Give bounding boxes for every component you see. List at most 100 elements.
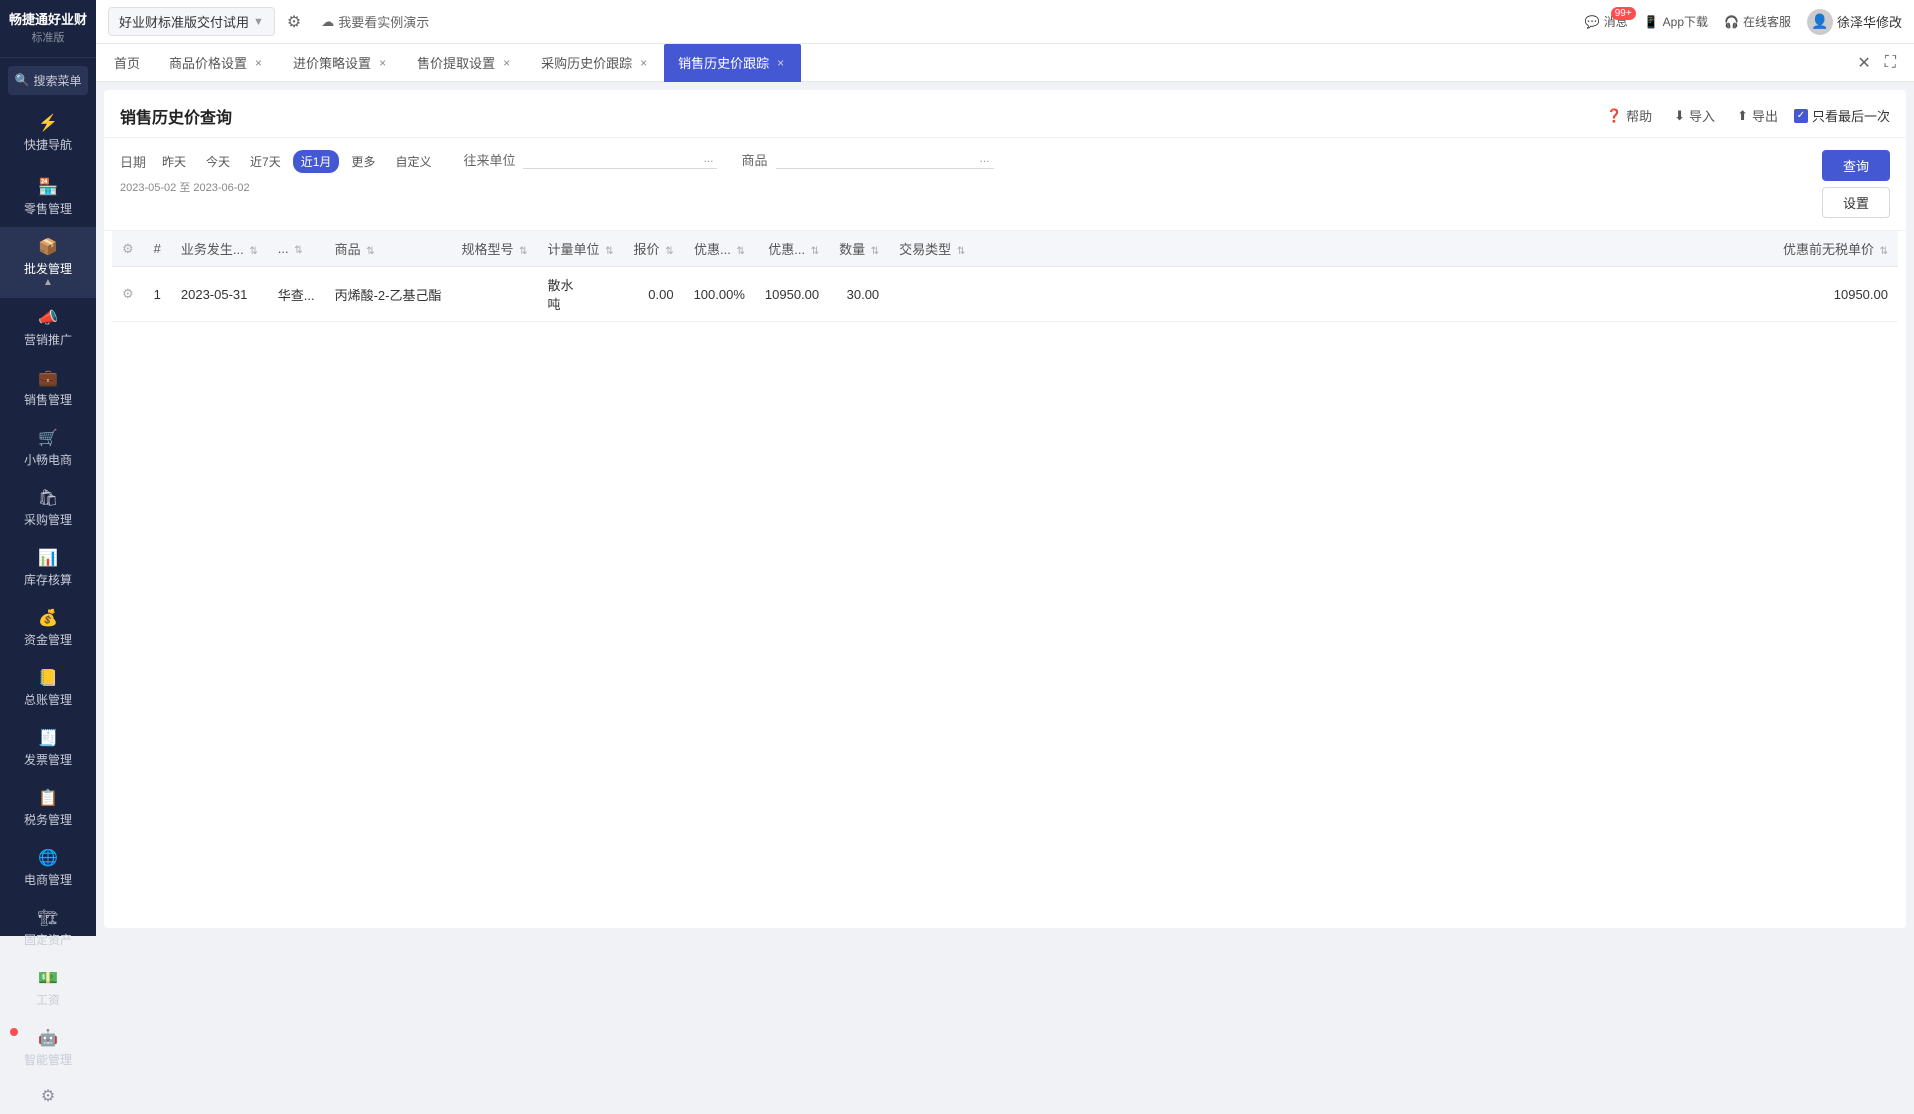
sidebar-item-finance[interactable]: 💰 资金管理 [0, 598, 96, 658]
sidebar-item-invoice[interactable]: 🧾 发票管理 [0, 718, 96, 778]
sidebar-item-salary[interactable]: 💵 工资 [0, 958, 96, 1018]
row-gear[interactable]: ⚙ [112, 267, 144, 322]
module-selector[interactable]: 好业财标准版交付试用 ▼ [108, 7, 275, 36]
maximize-window-button[interactable]: ⛶ [1879, 50, 1902, 76]
sidebar-search-section: 🔍 搜索菜单 [0, 58, 96, 103]
close-window-button[interactable]: ✕ [1851, 49, 1876, 77]
date-option-last7[interactable]: 近7天 [242, 150, 289, 173]
settings-button[interactable]: 设置 [1822, 187, 1890, 218]
only-last-checkbox[interactable]: ✓ 只看最后一次 [1794, 106, 1890, 125]
accounting-icon: 📒 [38, 668, 58, 688]
sidebar-label-ecommerce-small: 小畅电商 [24, 451, 72, 468]
col-price[interactable]: 报价 ⇅ [624, 231, 684, 267]
messages-button[interactable]: 💬 消息 99+ [1585, 13, 1628, 30]
sidebar-item-marketing[interactable]: 📣 营销推广 [0, 298, 96, 358]
tab-sale-history[interactable]: 销售历史价跟踪 × [664, 44, 801, 82]
source-input[interactable] [523, 151, 699, 166]
row-spacer [975, 267, 1773, 322]
close-tab-sale-price[interactable]: × [501, 56, 512, 70]
online-service-button[interactable]: 🎧 在线客服 [1724, 13, 1791, 30]
date-option-today[interactable]: 今天 [198, 150, 238, 173]
demo-link[interactable]: ☁ 我要看实例演示 [313, 8, 437, 35]
col-pretax[interactable]: 优惠前无税单价 ⇅ [1773, 231, 1898, 267]
only-last-label: 只看最后一次 [1812, 106, 1890, 125]
col-txtype-label: 交易类型 [899, 242, 951, 257]
wholesale-icon: 📦 [38, 237, 58, 257]
row-unit-2: 吨 [548, 297, 561, 312]
export-button[interactable]: ⬆ 导出 [1731, 102, 1784, 129]
sidebar-item-wholesale[interactable]: 📦 批发管理 ▲ [0, 227, 96, 298]
gear-icon: ⚙ [287, 14, 301, 31]
col-qty[interactable]: 数量 ⇅ [829, 231, 889, 267]
col-product[interactable]: 商品 ⇅ [325, 231, 452, 267]
tab-price-settings[interactable]: 商品价格设置 × [155, 44, 279, 82]
close-tab-purchase-strategy[interactable]: × [377, 56, 388, 70]
app-download-button[interactable]: 📱 App下载 [1644, 13, 1708, 30]
row-spec [451, 267, 537, 322]
row-extra: 华查... [268, 267, 325, 322]
col-date[interactable]: 业务发生... ⇅ [171, 231, 268, 267]
sidebar-label-marketing: 营销推广 [24, 331, 72, 348]
sidebar-item-ecommerce-small[interactable]: 🛒 小畅电商 [0, 418, 96, 478]
sidebar-item-accounting[interactable]: 📒 总账管理 [0, 658, 96, 718]
sidebar-item-inventory[interactable]: 📊 库存核算 [0, 538, 96, 598]
search-icon: 🔍 [15, 73, 30, 87]
col-spec[interactable]: 规格型号 ⇅ [451, 231, 537, 267]
close-tab-purchase-history[interactable]: × [638, 56, 649, 70]
sidebar-item-tax[interactable]: 📋 税务管理 [0, 778, 96, 838]
module-settings-button[interactable]: ⚙ [283, 8, 305, 36]
product-input[interactable] [776, 151, 976, 166]
date-option-more[interactable]: 更多 [343, 150, 383, 173]
purchase-icon: 🛍 [38, 488, 58, 508]
col-spacer [975, 231, 1773, 267]
sidebar-label-assets: 固定资产 [24, 931, 72, 948]
user-name: 徐泽华修改 [1837, 12, 1902, 31]
col-discount2[interactable]: 优惠... ⇅ [755, 231, 829, 267]
date-option-yesterday[interactable]: 昨天 [154, 150, 194, 173]
help-button[interactable]: ❓ 帮助 [1600, 102, 1658, 129]
sidebar-settings-button[interactable]: ⚙ [41, 1086, 55, 1106]
search-menu-button[interactable]: 🔍 搜索菜单 [8, 66, 88, 95]
query-button[interactable]: 查询 [1822, 150, 1890, 181]
row-unit: 散水 吨 [538, 267, 624, 322]
date-option-last1m[interactable]: 近1月 [293, 150, 340, 173]
col-txtype[interactable]: 交易类型 ⇅ [889, 231, 975, 267]
source-ellipsis-button[interactable]: ... [699, 151, 717, 165]
sidebar-item-quick-nav[interactable]: ⚡ 快捷导航 [0, 103, 96, 163]
sidebar-item-retail[interactable]: 🏪 零售管理 [0, 167, 96, 227]
sidebar-item-smart[interactable]: 🤖 智能管理 [0, 1018, 96, 1078]
smart-dot [10, 1028, 18, 1036]
sidebar-item-ecommerce[interactable]: 🌐 电商管理 [0, 838, 96, 898]
export-label: 导出 [1752, 106, 1778, 125]
sidebar-label-tax: 税务管理 [24, 811, 72, 828]
tab-sale-price[interactable]: 售价提取设置 × [403, 44, 527, 82]
tabbar: 首页 商品价格设置 × 进价策略设置 × 售价提取设置 × 采购历史价跟踪 × … [96, 44, 1914, 82]
user-menu[interactable]: 👤 徐泽华修改 [1807, 9, 1902, 35]
sort-icon-discount1: ⇅ [737, 246, 745, 257]
col-extra[interactable]: ... ⇅ [268, 231, 325, 267]
tab-purchase-strategy-label: 进价策略设置 [293, 53, 371, 72]
col-unit[interactable]: 计量单位 ⇅ [538, 231, 624, 267]
sidebar-item-purchase[interactable]: 🛍 采购管理 [0, 478, 96, 538]
sidebar-label-invoice: 发票管理 [24, 751, 72, 768]
tab-purchase-strategy[interactable]: 进价策略设置 × [279, 44, 403, 82]
close-tab-price-settings[interactable]: × [253, 56, 264, 70]
tab-home[interactable]: 首页 [100, 44, 155, 82]
row-date: 2023-05-31 [171, 267, 268, 322]
table-area: ⚙ # 业务发生... ⇅ ... ⇅ 商品 ⇅ [104, 231, 1906, 928]
col-discount1[interactable]: 优惠... ⇅ [684, 231, 755, 267]
product-ellipsis-button[interactable]: ... [976, 151, 994, 165]
col-gear[interactable]: ⚙ [112, 231, 144, 267]
row-discount1: 100.00% [684, 267, 755, 322]
tab-purchase-history[interactable]: 采购历史价跟踪 × [527, 44, 664, 82]
sidebar-item-assets[interactable]: 🏗 固定资产 [0, 898, 96, 958]
close-tab-sale-history[interactable]: × [775, 56, 786, 70]
filter-area: 日期 昨天 今天 近7天 近1月 更多 自定义 2023-05-02 至 202… [104, 138, 1906, 231]
date-options: 昨天 今天 近7天 近1月 更多 自定义 [154, 150, 439, 173]
date-option-custom[interactable]: 自定义 [387, 150, 439, 173]
product-input-wrap: ... [776, 151, 994, 169]
salary-icon: 💵 [38, 968, 58, 988]
sidebar-item-sales[interactable]: 💼 销售管理 [0, 358, 96, 418]
import-button[interactable]: ⬇ 导入 [1668, 102, 1721, 129]
date-range-display: 2023-05-02 至 2023-06-02 [120, 179, 439, 195]
